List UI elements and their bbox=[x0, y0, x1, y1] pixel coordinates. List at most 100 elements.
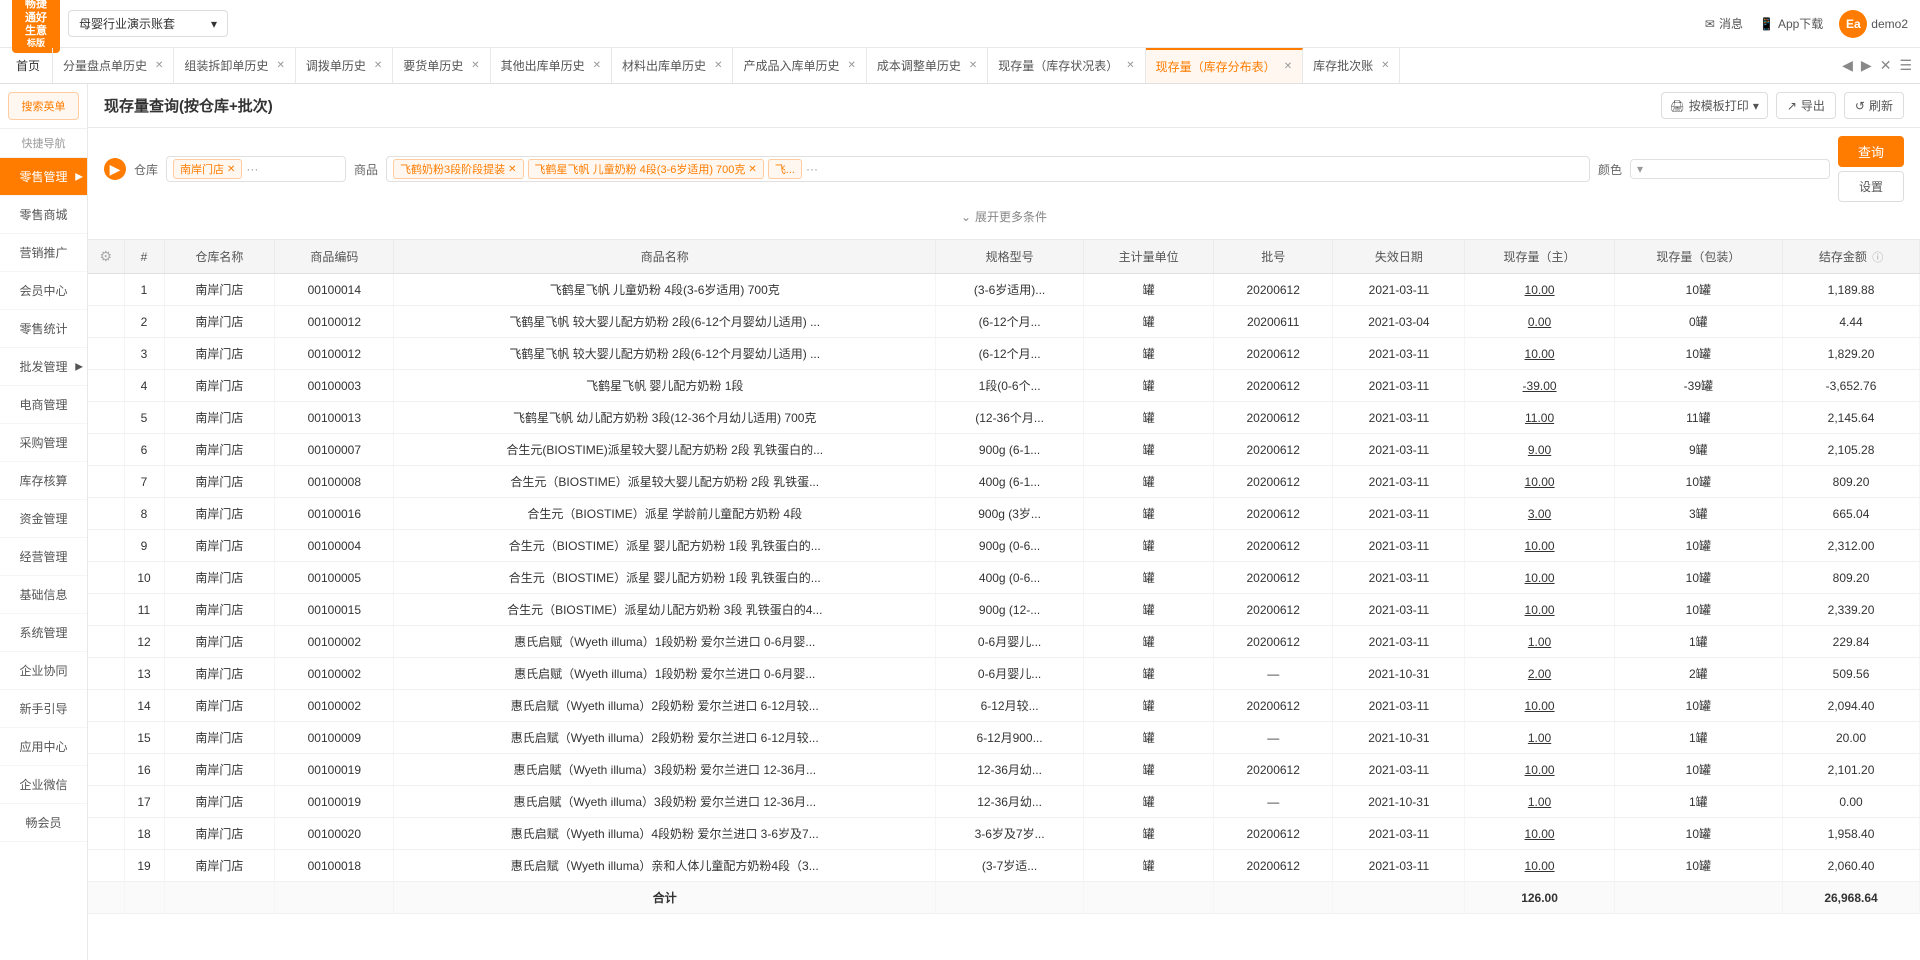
product-more-icon[interactable]: ··· bbox=[806, 162, 818, 176]
sidebar-item-3[interactable]: 会员中心 bbox=[0, 272, 87, 310]
table-cell-9[interactable]: 1.00 bbox=[1465, 626, 1614, 658]
filter-expand-row: ⌄ 展开更多条件 bbox=[104, 202, 1904, 231]
tab-close-button[interactable]: ✕ bbox=[1876, 48, 1896, 84]
query-button[interactable]: 查询 bbox=[1838, 136, 1904, 167]
remove-warehouse-tag-button[interactable]: ✕ bbox=[227, 164, 235, 175]
tab-next-button[interactable]: ▶ bbox=[1857, 48, 1876, 84]
refresh-button[interactable]: ↺ 刷新 bbox=[1844, 92, 1904, 119]
tab-6[interactable]: 产成品入库单历史 ✕ bbox=[733, 48, 866, 84]
sidebar-item-2[interactable]: 营销推广 bbox=[0, 234, 87, 272]
message-button[interactable]: ✉ 消息 bbox=[1705, 15, 1743, 32]
table-cell-8: 2021-10-31 bbox=[1333, 722, 1465, 754]
remove-product-tag2-button[interactable]: ✕ bbox=[748, 164, 756, 175]
sidebar-item-17[interactable]: 畅会员 bbox=[0, 804, 87, 842]
table-cell-9[interactable]: 1.00 bbox=[1465, 722, 1614, 754]
sidebar-quick-nav[interactable]: 快捷导航 bbox=[0, 129, 87, 158]
tab-prev-button[interactable]: ◀ bbox=[1838, 48, 1857, 84]
close-icon[interactable]: ✕ bbox=[593, 60, 601, 71]
tab-4[interactable]: 其他出库单历史 ✕ bbox=[491, 48, 612, 84]
table-cell-9[interactable]: 10.00 bbox=[1465, 274, 1614, 306]
table-cell-2: 南岸门店 bbox=[164, 722, 275, 754]
table-cell-9[interactable]: 10.00 bbox=[1465, 530, 1614, 562]
table-cell-5: (6-12个月... bbox=[936, 338, 1084, 370]
table-cell-9[interactable]: 0.00 bbox=[1465, 306, 1614, 338]
tab-home[interactable]: 首页 bbox=[4, 48, 53, 84]
table-cell-9[interactable]: 10.00 bbox=[1465, 690, 1614, 722]
tab-7[interactable]: 成本调整单历史 ✕ bbox=[867, 48, 988, 84]
table-container[interactable]: ⚙ # 仓库名称 商品编码 商品名称 规格型号 主计量单位 批号 失效日期 现存… bbox=[88, 240, 1920, 960]
export-button[interactable]: ↗ 导出 bbox=[1776, 92, 1836, 119]
tab-0[interactable]: 分量盘点单历史 ✕ bbox=[53, 48, 174, 84]
sidebar: 搜索英单 快捷导航 零售管理▶零售商城营销推广会员中心零售统计批发管理▶电商管理… bbox=[0, 84, 88, 960]
color-filter[interactable]: ▾ bbox=[1630, 159, 1830, 179]
table-cell-5: 900g (6-1... bbox=[936, 434, 1084, 466]
table-cell-9[interactable]: 10.00 bbox=[1465, 562, 1614, 594]
close-icon[interactable]: ✕ bbox=[714, 60, 722, 71]
table-cell-2: 南岸门店 bbox=[164, 850, 275, 882]
settings-button[interactable]: 设置 bbox=[1838, 171, 1904, 202]
gear-icon[interactable]: ⚙ bbox=[99, 248, 112, 264]
close-icon[interactable]: ✕ bbox=[969, 60, 977, 71]
table-cell-6: 罐 bbox=[1084, 434, 1214, 466]
table-cell-9[interactable]: 11.00 bbox=[1465, 402, 1614, 434]
table-cell-9[interactable]: 2.00 bbox=[1465, 658, 1614, 690]
warehouse-more-icon[interactable]: ··· bbox=[246, 162, 258, 176]
tab-5[interactable]: 材料出库单历史 ✕ bbox=[612, 48, 733, 84]
close-icon[interactable]: ✕ bbox=[847, 60, 855, 71]
table-cell-9[interactable]: 9.00 bbox=[1465, 434, 1614, 466]
app-download-button[interactable]: 📱 App下载 bbox=[1759, 15, 1823, 32]
search-single-button[interactable]: 搜索英单 bbox=[8, 92, 79, 120]
table-cell-9[interactable]: -39.00 bbox=[1465, 370, 1614, 402]
table-cell-9[interactable]: 10.00 bbox=[1465, 850, 1614, 882]
remove-product-tag1-button[interactable]: ✕ bbox=[508, 164, 516, 175]
tab-2[interactable]: 调拨单历史 ✕ bbox=[296, 48, 393, 84]
expand-conditions-button[interactable]: ⌄ 展开更多条件 bbox=[961, 204, 1047, 229]
table-cell-9[interactable]: 10.00 bbox=[1465, 754, 1614, 786]
warehouse-filter[interactable]: 南岸门店 ✕ ··· bbox=[166, 156, 346, 182]
industry-selector[interactable]: 母婴行业演示账套 ▾ bbox=[68, 10, 228, 37]
tab-menu-button[interactable]: ☰ bbox=[1895, 48, 1916, 84]
tab-8[interactable]: 现存量（库存状况表） ✕ bbox=[988, 48, 1145, 84]
sidebar-item-10[interactable]: 经营管理 bbox=[0, 538, 87, 576]
close-icon[interactable]: ✕ bbox=[155, 60, 163, 71]
sidebar-item-13[interactable]: 企业协同 bbox=[0, 652, 87, 690]
close-icon[interactable]: ✕ bbox=[1126, 60, 1134, 71]
table-cell-9[interactable]: 10.00 bbox=[1465, 594, 1614, 626]
sidebar-item-6[interactable]: 电商管理 bbox=[0, 386, 87, 424]
filter-expand-left-button[interactable]: ▶ bbox=[104, 158, 126, 180]
close-icon[interactable]: ✕ bbox=[1381, 60, 1389, 71]
table-cell-9[interactable]: 1.00 bbox=[1465, 786, 1614, 818]
table-row: 5南岸门店00100013飞鹤星飞帆 幼儿配方奶粉 3段(12-36个月幼儿适用… bbox=[88, 402, 1920, 434]
sidebar-item-9[interactable]: 资金管理 bbox=[0, 500, 87, 538]
table-cell-4: 合生元（BIOSTIME）派星较大婴儿配方奶粉 2段 乳铁蛋... bbox=[394, 466, 936, 498]
sidebar-item-15[interactable]: 应用中心 bbox=[0, 728, 87, 766]
table-cell-9[interactable]: 10.00 bbox=[1465, 466, 1614, 498]
sidebar-item-0[interactable]: 零售管理▶ bbox=[0, 158, 87, 196]
close-icon[interactable]: ✕ bbox=[276, 60, 284, 71]
product-filter[interactable]: 飞鹤奶粉3段阶段提装 ✕ 飞鹤星飞帆 儿童奶粉 4段(3-6岁适用) 700克 … bbox=[386, 156, 1590, 182]
sidebar-item-1[interactable]: 零售商城 bbox=[0, 196, 87, 234]
close-icon[interactable]: ✕ bbox=[374, 60, 382, 71]
tab-3[interactable]: 要货单历史 ✕ bbox=[393, 48, 490, 84]
sidebar-item-4[interactable]: 零售统计 bbox=[0, 310, 87, 348]
sidebar-item-14[interactable]: 新手引导 bbox=[0, 690, 87, 728]
sidebar-item-7[interactable]: 采购管理 bbox=[0, 424, 87, 462]
sidebar-item-11[interactable]: 基础信息 bbox=[0, 576, 87, 614]
print-button[interactable]: 🖨 按模板打印 ▾ bbox=[1661, 92, 1768, 119]
table-cell-8: 2021-03-11 bbox=[1333, 754, 1465, 786]
table-cell-9[interactable]: 3.00 bbox=[1465, 498, 1614, 530]
tab-9[interactable]: 现存量（库存分布表） ✕ bbox=[1146, 48, 1303, 84]
sidebar-item-12[interactable]: 系统管理 bbox=[0, 614, 87, 652]
info-icon[interactable]: ⓘ bbox=[1872, 252, 1883, 264]
sidebar-item-8[interactable]: 库存核算 bbox=[0, 462, 87, 500]
tab-1[interactable]: 组装拆卸单历史 ✕ bbox=[174, 48, 295, 84]
close-icon[interactable]: ✕ bbox=[471, 60, 479, 71]
table-cell-9[interactable]: 10.00 bbox=[1465, 818, 1614, 850]
close-icon[interactable]: ✕ bbox=[1284, 61, 1292, 72]
user-menu[interactable]: Ea demo2 bbox=[1839, 10, 1908, 38]
tab-10[interactable]: 库存批次账 ✕ bbox=[1303, 48, 1400, 84]
sidebar-item-16[interactable]: 企业微信 bbox=[0, 766, 87, 804]
table-cell-9[interactable]: 10.00 bbox=[1465, 338, 1614, 370]
col-settings[interactable]: ⚙ bbox=[88, 240, 124, 274]
sidebar-item-5[interactable]: 批发管理▶ bbox=[0, 348, 87, 386]
